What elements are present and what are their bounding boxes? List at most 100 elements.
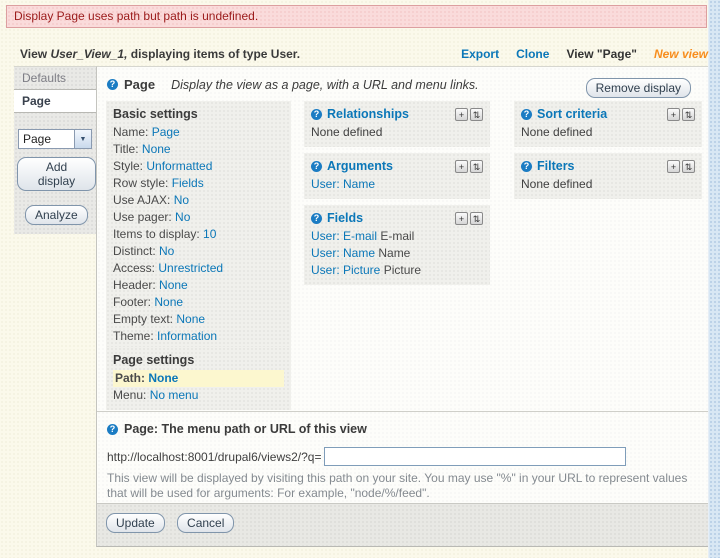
view-description: displaying items of type User. [127, 47, 301, 61]
setting-value-link[interactable]: None [159, 278, 188, 292]
view-name: User_View_1, [50, 47, 128, 61]
display-description: Display the view as a page, with a URL a… [171, 77, 479, 92]
update-button[interactable]: Update [106, 513, 165, 533]
setting-label: Header: [113, 278, 160, 292]
help-icon[interactable]: ? [311, 108, 322, 120]
category-item-link[interactable]: User: Name [311, 177, 375, 191]
analyze-button[interactable]: Analyze [25, 205, 88, 225]
filters-panel: ? Filters + ⇅ None defined [514, 153, 702, 199]
setting-row: Empty text: None [113, 311, 284, 328]
setting-value-link[interactable]: Unrestricted [158, 261, 223, 275]
setting-value-link[interactable]: None [154, 295, 183, 309]
add-display-button[interactable]: Add display [17, 157, 96, 191]
setting-value-link[interactable]: Information [157, 329, 217, 343]
category-items: None defined [311, 125, 383, 139]
setting-value-link[interactable]: None [142, 142, 171, 156]
category-items: User: E-mail E-mail User: Name Name User: … [311, 228, 483, 279]
category-header: ? Filters + ⇅ [521, 159, 695, 173]
help-icon[interactable]: ? [521, 160, 532, 172]
help-icon[interactable]: ? [107, 79, 118, 90]
category-item-suffix: E-mail [377, 229, 415, 243]
setting-value-link[interactable]: No [175, 210, 190, 224]
view-title: View User_View_1, displaying items of ty… [20, 47, 300, 61]
help-icon[interactable]: ? [521, 108, 532, 120]
add-item-button[interactable]: + [455, 107, 468, 121]
view-header: View User_View_1, displaying items of ty… [20, 44, 708, 64]
add-item-button[interactable]: + [455, 159, 468, 173]
setting-value-link[interactable]: None [176, 312, 205, 326]
view-links: Export Clone View "Page" New view [461, 47, 708, 61]
basic-settings-rows: Name: Page Title: None Style: Unformatted R… [113, 124, 284, 345]
form-button-strip: Update Cancel [97, 503, 708, 546]
new-view-link[interactable]: New view [654, 47, 708, 61]
setting-label: Theme: [113, 329, 158, 343]
setting-row: Items to display: 10 [113, 226, 284, 243]
setting-label: Title: [113, 142, 142, 156]
rearrange-button[interactable]: ⇅ [470, 211, 483, 225]
help-icon[interactable]: ? [107, 423, 118, 435]
page-settings-title: Page settings [113, 353, 195, 367]
url-prefix: http://localhost:8001/drupal6/views2/?q= [107, 449, 322, 464]
category-items: None defined [521, 125, 593, 139]
path-label: Path: [115, 371, 145, 385]
category-item-link[interactable]: User: Picture [311, 263, 380, 277]
category-item: User: Name Name [311, 245, 483, 262]
setting-label: Footer: [113, 295, 155, 309]
view-page-link[interactable]: View "Page" [566, 47, 637, 61]
menu-value-link[interactable]: No menu [150, 388, 199, 402]
setting-value-link[interactable]: No [159, 244, 174, 258]
category-title[interactable]: Arguments [327, 159, 393, 173]
setting-label: Access: [113, 261, 159, 275]
setting-row: Name: Page [113, 124, 284, 141]
category-title[interactable]: Filters [537, 159, 575, 173]
setting-label: Items to display: [113, 227, 204, 241]
setting-value-link[interactable]: 10 [203, 227, 216, 241]
category-title[interactable]: Sort criteria [537, 107, 607, 121]
setting-value-link[interactable]: Page [152, 125, 180, 139]
clone-link[interactable]: Clone [516, 47, 549, 61]
path-value-link[interactable]: None [148, 371, 178, 385]
display-type-select[interactable]: Page ▼ [18, 129, 92, 149]
display-tabs-sidebar: Defaults Page Page ▼ Add display Analyze [14, 66, 96, 234]
category-header: ? Fields + ⇅ [311, 211, 483, 225]
rearrange-button[interactable]: ⇅ [470, 107, 483, 121]
help-icon[interactable]: ? [311, 212, 322, 224]
tab-page[interactable]: Page [14, 90, 96, 113]
setting-row: Title: None [113, 141, 284, 158]
add-item-button[interactable]: + [667, 159, 680, 173]
category-title[interactable]: Fields [327, 211, 363, 225]
rearrange-button[interactable]: ⇅ [682, 159, 695, 173]
setting-row: Row style: Fields [113, 175, 284, 192]
category-item-link[interactable]: User: E-mail [311, 229, 377, 243]
menu-label: Menu: [113, 388, 147, 402]
path-input[interactable] [324, 447, 627, 466]
help-icon[interactable]: ? [311, 160, 322, 172]
category-header: ? Arguments + ⇅ [311, 159, 483, 173]
category-actions: + ⇅ [667, 159, 695, 173]
basic-settings-title: Basic settings [113, 107, 198, 121]
setting-label: Name: [113, 125, 152, 139]
cancel-button[interactable]: Cancel [177, 513, 235, 533]
display-title: Page [124, 77, 156, 92]
tab-defaults[interactable]: Defaults [14, 67, 96, 90]
category-title[interactable]: Relationships [327, 107, 409, 121]
category-item-link[interactable]: User: Name [311, 246, 375, 260]
rearrange-button[interactable]: ⇅ [682, 107, 695, 121]
setting-value-link[interactable]: Unformatted [146, 159, 212, 173]
basic-settings-panel: Basic settings Name: Page Title: None Styl… [106, 101, 291, 351]
path-form-title-text: Page: The menu path or URL of this view [124, 422, 367, 436]
category-header: ? Sort criteria + ⇅ [521, 107, 695, 121]
page-settings-panel: Page settings Path: None Menu: No menu [106, 347, 291, 410]
path-form-title: ? Page: The menu path or URL of this vie… [107, 422, 367, 436]
add-item-button[interactable]: + [667, 107, 680, 121]
error-message: Display Page uses path but path is undef… [6, 5, 707, 28]
category-header: ? Relationships + ⇅ [311, 107, 483, 121]
setting-value-link[interactable]: No [174, 193, 189, 207]
rearrange-button[interactable]: ⇅ [470, 159, 483, 173]
remove-display-button[interactable]: Remove display [585, 78, 691, 98]
export-link[interactable]: Export [461, 47, 499, 61]
setting-value-link[interactable]: Fields [172, 176, 204, 190]
view-word: View [20, 47, 51, 61]
add-item-button[interactable]: + [455, 211, 468, 225]
form-separator [97, 411, 708, 412]
